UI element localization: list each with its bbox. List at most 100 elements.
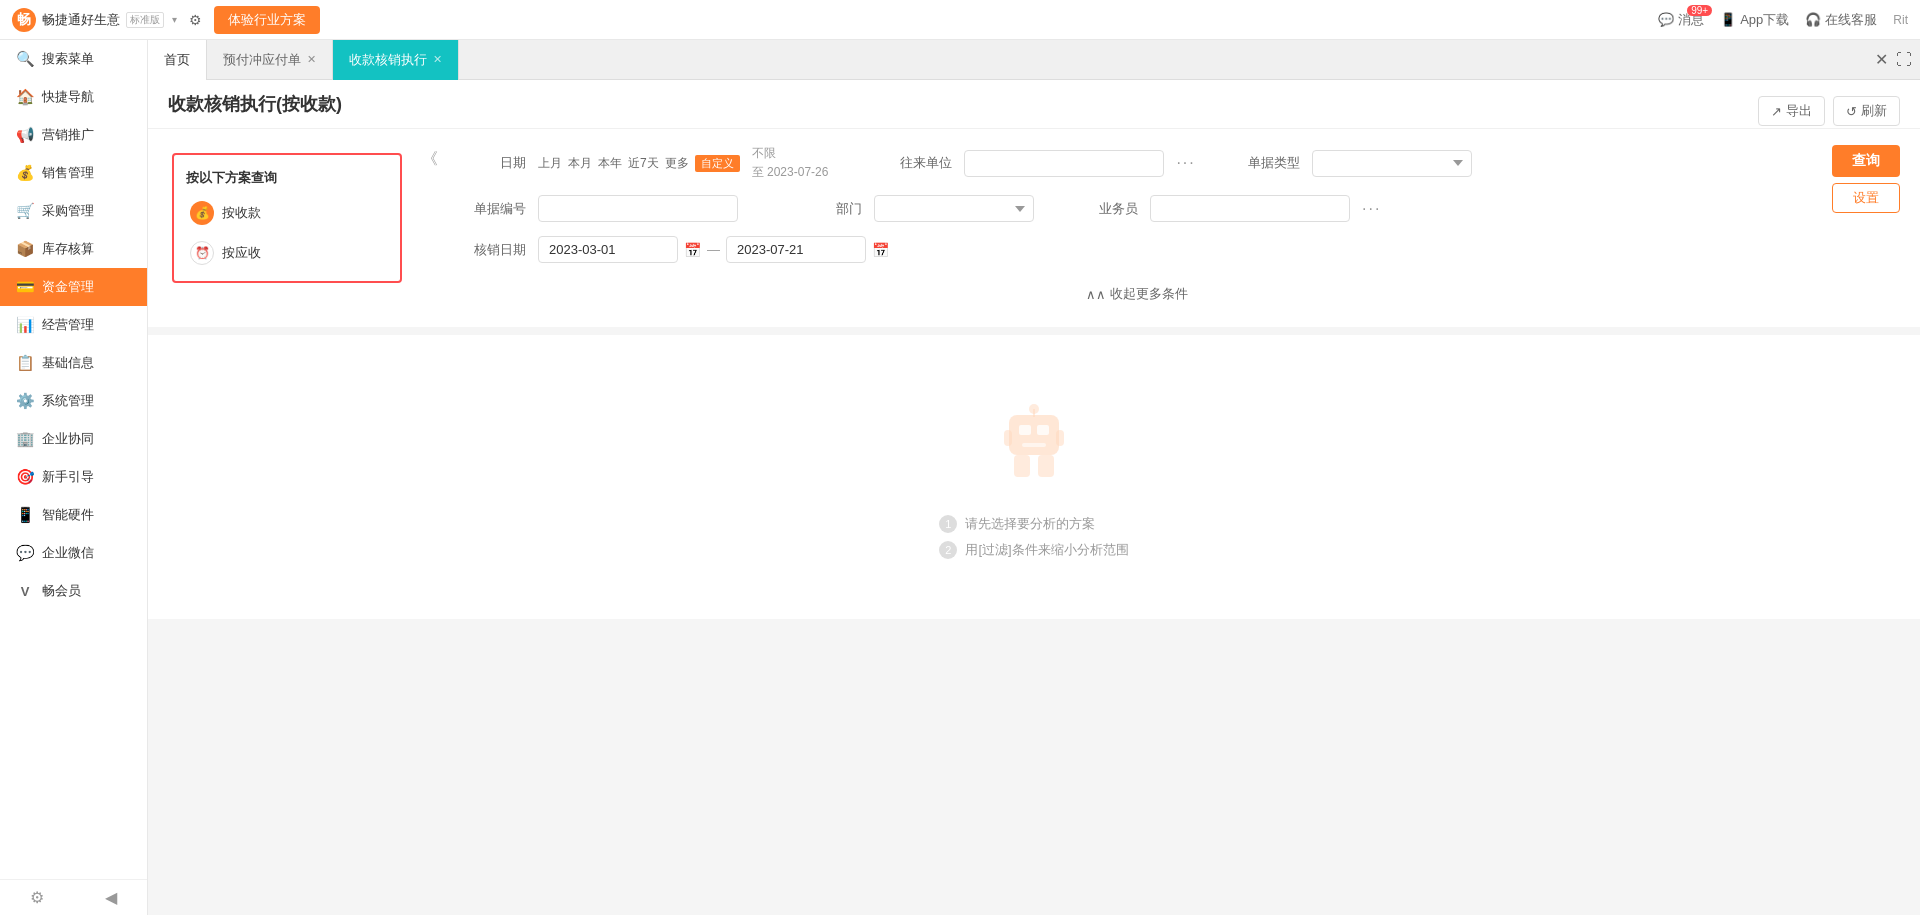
online-service-action[interactable]: 🎧 在线客服 [1805,11,1877,29]
sidebar-item-member[interactable]: V 畅会员 [0,572,147,610]
brand-name: 畅捷通好生意 [42,11,120,29]
date-range-suffix: 至 2023-07-26 [752,164,829,181]
sidebar-item-finance[interactable]: 💳 资金管理 [0,268,147,306]
brand-badge: 标准版 [126,12,164,28]
export-button[interactable]: ↗ 导出 [1758,96,1825,126]
filter-by-receivable[interactable]: ⏰ 按应收 [174,233,400,273]
svg-rect-0 [1009,415,1059,455]
verify-date-end[interactable] [726,236,866,263]
settings-button[interactable]: 设置 [1832,183,1900,213]
sidebar-label-search: 搜索菜单 [42,50,94,68]
tab-prepay[interactable]: 预付冲应付单 ✕ [207,40,333,80]
collapse-sidebar-icon[interactable]: ◀ [105,888,117,907]
sidebar-item-inventory[interactable]: 📦 库存核算 [0,230,147,268]
filter-date-row: 日期 上月 本月 本年 近7天 更多 自定义 [466,145,1808,181]
tab-collect-label: 收款核销执行 [349,51,427,69]
quick-nav-icon: 🏠 [16,88,34,106]
message-icon: 💬 [1658,12,1674,27]
sidebar-label-wechat: 企业微信 [42,544,94,562]
verify-date-start[interactable] [538,236,678,263]
maximize-button[interactable]: ⛶ [1896,51,1912,69]
dept-select[interactable] [874,195,1034,222]
bill-type-select[interactable] [1312,150,1472,177]
sidebar-item-enterprise[interactable]: 🏢 企业协同 [0,420,147,458]
staff-input[interactable] [1150,195,1350,222]
date-this-year[interactable]: 本年 [598,155,622,172]
date-last-month[interactable]: 上月 [538,155,562,172]
partner-dots-icon[interactable]: ··· [1176,154,1195,172]
sidebar-item-sales[interactable]: 💰 销售管理 [0,154,147,192]
sidebar-label-finance: 资金管理 [42,278,94,296]
empty-hint-2: 2 用[过滤]条件来缩小分析范围 [939,541,1128,559]
close-window-button[interactable]: ✕ [1875,50,1888,69]
operation-icon: 📊 [16,316,34,334]
message-action[interactable]: 💬 消息 99+ [1658,11,1704,29]
date-this-month[interactable]: 本月 [568,155,592,172]
date-custom-badge[interactable]: 自定义 [695,155,740,172]
sidebar-item-hardware[interactable]: 📱 智能硬件 [0,496,147,534]
sidebar-label-guide: 新手引导 [42,468,94,486]
sidebar-item-search[interactable]: 🔍 搜索菜单 [0,40,147,78]
collapse-conditions-button[interactable]: ∧∧ 收起更多条件 [466,277,1808,311]
dept-label: 部门 [802,200,862,218]
basic-icon: 📋 [16,354,34,372]
date-last-7days[interactable]: 近7天 [628,155,659,172]
filter-by-receipt[interactable]: 💰 按收款 [174,193,400,233]
sidebar: 🔍 搜索菜单 🏠 快捷导航 📢 营销推广 💰 销售管理 🛒 采购管理 📦 库存核… [0,40,148,915]
date-label: 日期 [466,154,526,172]
topbar-actions: 💬 消息 99+ 📱 App下载 🎧 在线客服 Rit [1658,11,1908,29]
by-receivable-icon: ⏰ [190,241,214,265]
empty-hints: 1 请先选择要分析的方案 2 用[过滤]条件来缩小分析范围 [939,515,1128,559]
finance-icon: 💳 [16,278,34,296]
content-area: 首页 预付冲应付单 ✕ 收款核销执行 ✕ ✕ ⛶ 收款核销执行(按收款) [148,40,1920,915]
online-service-label: 在线客服 [1825,11,1877,29]
empty-hint-1: 1 请先选择要分析的方案 [939,515,1128,533]
calendar-start-icon[interactable]: 📅 [684,242,701,258]
app-download-action[interactable]: 📱 App下载 [1720,11,1789,29]
tab-prepay-close-icon[interactable]: ✕ [307,53,316,66]
message-badge: 99+ [1687,5,1712,16]
sidebar-item-operation[interactable]: 📊 经营管理 [0,306,147,344]
service-icon: 🎧 [1805,12,1821,27]
staff-dots-icon[interactable]: ··· [1362,200,1381,218]
user-name[interactable]: Rit [1893,13,1908,27]
main-layout: 🔍 搜索菜单 🏠 快捷导航 📢 营销推广 💰 销售管理 🛒 采购管理 📦 库存核… [0,40,1920,915]
sidebar-item-quick-nav[interactable]: 🏠 快捷导航 [0,78,147,116]
date-more[interactable]: 更多 [665,155,689,172]
page-title: 收款核销执行(按收款) [168,92,342,128]
sidebar-item-basic[interactable]: 📋 基础信息 [0,344,147,382]
date-separator: — [707,242,720,257]
svg-rect-3 [1022,443,1046,447]
search-icon: 🔍 [16,50,34,68]
sidebar-label-inventory: 库存核算 [42,240,94,258]
query-button[interactable]: 查询 [1832,145,1900,177]
sidebar-item-guide[interactable]: 🎯 新手引导 [0,458,147,496]
sidebar-item-system[interactable]: ⚙️ 系统管理 [0,382,147,420]
brand: 畅 畅捷通好生意 标准版 [12,8,164,32]
solution-button[interactable]: 体验行业方案 [214,6,320,34]
member-icon: V [16,584,34,599]
sidebar-item-wechat[interactable]: 💬 企业微信 [0,534,147,572]
tab-home[interactable]: 首页 [148,40,207,80]
calendar-end-icon[interactable]: 📅 [872,242,889,258]
filter-collapse-button[interactable]: 《 [414,141,446,178]
sidebar-item-marketing[interactable]: 📢 营销推广 [0,116,147,154]
svg-rect-9 [1033,409,1035,417]
settings-bottom-icon[interactable]: ⚙ [30,888,44,907]
gear-icon[interactable]: ⚙ [189,12,202,28]
bill-type-label: 单据类型 [1240,154,1300,172]
tab-collect[interactable]: 收款核销执行 ✕ [333,40,459,80]
partner-input[interactable] [964,150,1164,177]
export-icon: ↗ [1771,104,1782,119]
brand-chevron-icon[interactable]: ▾ [172,14,177,25]
sidebar-label-operation: 经营管理 [42,316,94,334]
sidebar-item-purchase[interactable]: 🛒 采购管理 [0,192,147,230]
bill-no-input[interactable] [538,195,738,222]
query-actions: 查询 设置 [1832,145,1900,213]
tabbar: 首页 预付冲应付单 ✕ 收款核销执行 ✕ ✕ ⛶ [148,40,1920,80]
filter-fields: 日期 上月 本月 本年 近7天 更多 自定义 [446,129,1920,327]
tab-collect-close-icon[interactable]: ✕ [433,53,442,66]
enterprise-icon: 🏢 [16,430,34,448]
svg-rect-4 [1004,430,1012,446]
refresh-button[interactable]: ↺ 刷新 [1833,96,1900,126]
